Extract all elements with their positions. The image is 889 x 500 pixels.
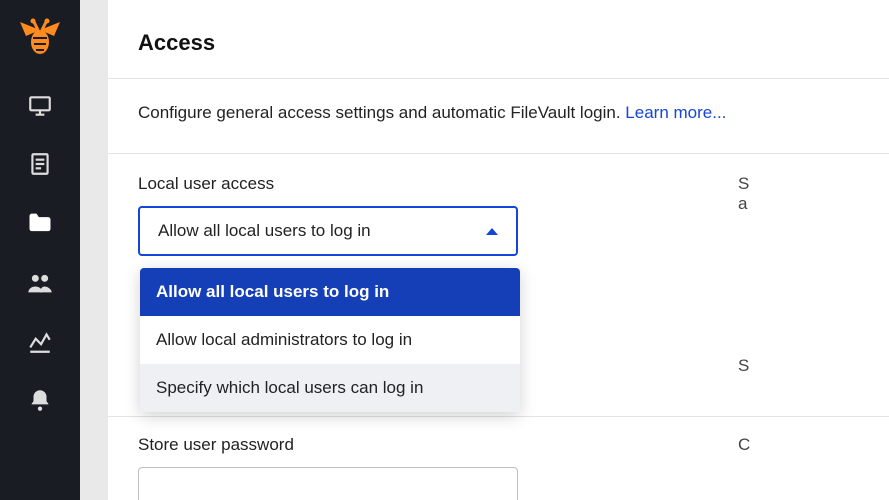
local-user-access-row: Local user access Allow all local users … [108,154,889,256]
content-area: Access Configure general access settings… [80,0,889,500]
intro-text: Configure general access settings and au… [108,79,889,153]
caret-up-icon [486,228,498,235]
option-allow-all[interactable]: Allow all local users to log in [140,268,520,316]
page-title: Access [108,30,889,78]
app-root: Access Configure general access settings… [0,0,889,500]
right-hint-1: S a [738,174,859,256]
access-panel: Access Configure general access settings… [108,0,889,500]
local-access-dropdown: Allow all local users to log in Allow lo… [140,268,520,412]
option-allow-admins[interactable]: Allow local administrators to log in [140,316,520,364]
document-icon[interactable] [27,151,53,177]
monitor-icon[interactable] [27,93,53,119]
option-specify-users[interactable]: Specify which local users can log in [140,364,520,412]
right-hint-3: C [738,435,859,500]
bell-icon[interactable] [27,387,53,413]
select-value: Allow all local users to log in [158,221,371,241]
right-hint-2: S [738,356,859,376]
store-password-row: Store user password C [108,417,889,500]
learn-more-link[interactable]: Learn more... [625,103,726,122]
sidebar [0,0,80,500]
users-icon[interactable] [26,269,54,297]
intro-copy: Configure general access settings and au… [138,103,625,122]
local-access-label: Local user access [138,174,678,194]
logo-icon [16,16,64,61]
store-password-select[interactable] [138,467,518,500]
local-access-select[interactable]: Allow all local users to log in Allow al… [138,206,518,256]
analytics-icon[interactable] [27,329,53,355]
store-password-label: Store user password [138,435,678,455]
folder-icon[interactable] [26,209,54,237]
